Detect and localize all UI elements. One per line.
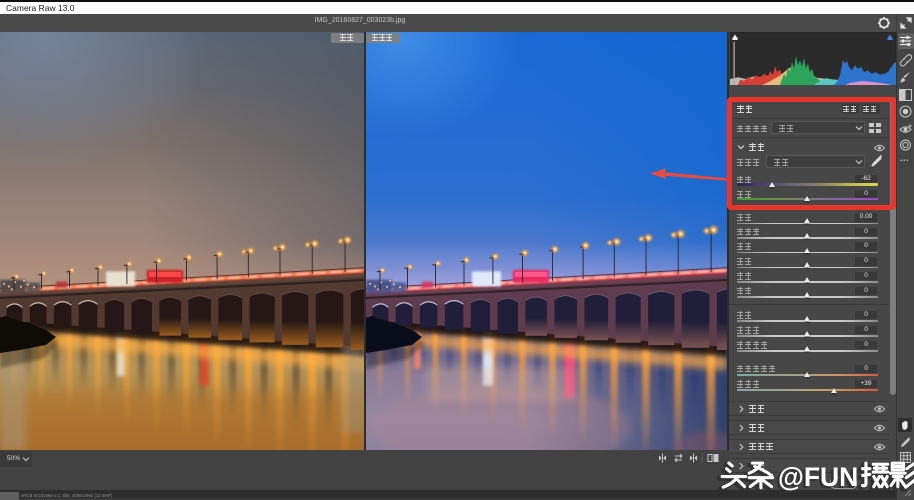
svg-text:@FUN: @FUN [778,462,858,492]
